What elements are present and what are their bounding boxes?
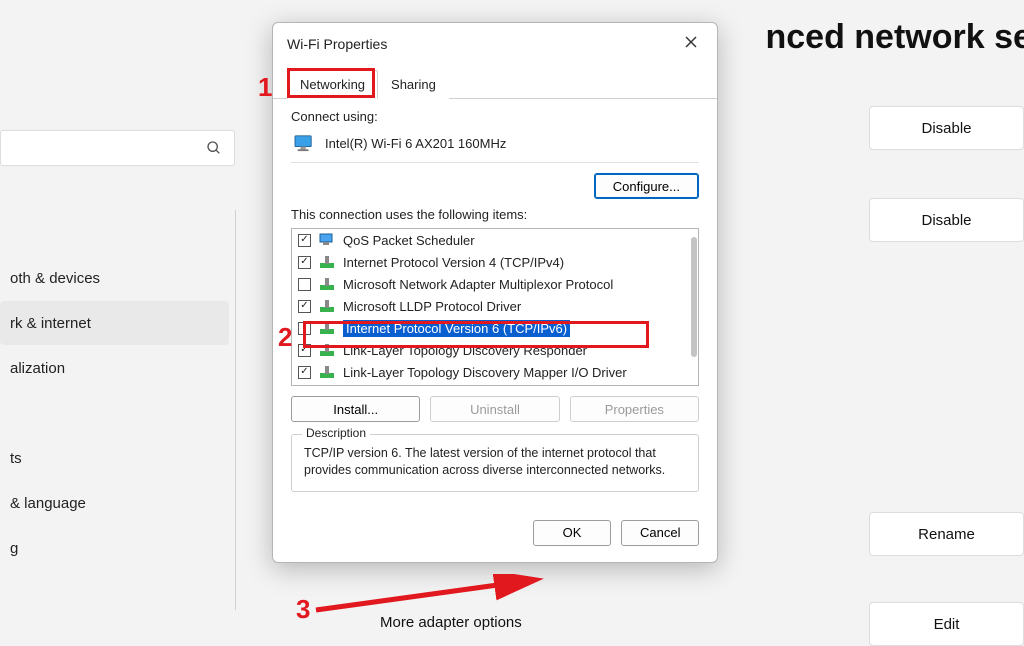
checkbox[interactable] <box>298 278 311 291</box>
protocol-icon <box>319 277 335 291</box>
checkbox[interactable]: ✓ <box>298 366 311 379</box>
sidebar-item-label: rk & internet <box>10 315 91 332</box>
connect-using-label: Connect using: <box>291 109 699 124</box>
annotation-box-2 <box>303 321 649 348</box>
sidebar-item[interactable]: g <box>0 526 229 570</box>
list-item-label: Link-Layer Topology Discovery Mapper I/O… <box>343 365 627 380</box>
list-item[interactable]: ✓ QoS Packet Scheduler <box>292 229 698 251</box>
wifi-properties-dialog: Wi-Fi Properties Networking Sharing Conn… <box>272 22 718 563</box>
checkbox[interactable]: ✓ <box>298 256 311 269</box>
page-title: nced network setti <box>765 18 1024 57</box>
list-item[interactable]: Microsoft Network Adapter Multiplexor Pr… <box>292 273 698 295</box>
list-item-label: Microsoft Network Adapter Multiplexor Pr… <box>343 277 613 292</box>
dialog-titlebar: Wi-Fi Properties <box>273 23 717 61</box>
list-item-label: Internet Protocol Version 4 (TCP/IPv4) <box>343 255 564 270</box>
list-item-label: Microsoft LLDP Protocol Driver <box>343 299 521 314</box>
sidebar-item-label: & language <box>10 495 86 512</box>
sidebar-divider <box>235 210 236 610</box>
items-label: This connection uses the following items… <box>291 207 699 222</box>
properties-button: Properties <box>570 396 699 422</box>
annotation-box-1 <box>287 68 375 98</box>
scrollbar-thumb[interactable] <box>691 237 697 357</box>
search-input[interactable] <box>0 130 235 166</box>
edit-button[interactable]: Edit <box>869 602 1024 646</box>
protocol-icon <box>319 255 335 269</box>
description-text: TCP/IP version 6. The latest version of … <box>304 445 686 479</box>
settings-sidebar: oth & devices rk & internet alization ts… <box>0 210 235 571</box>
checkbox[interactable]: ✓ <box>298 234 311 247</box>
install-button[interactable]: Install... <box>291 396 420 422</box>
disable-button[interactable]: Disable <box>869 106 1024 150</box>
tab-sharing[interactable]: Sharing <box>378 70 449 99</box>
sidebar-item-label: g <box>10 540 18 557</box>
sidebar-item[interactable] <box>0 211 229 255</box>
ok-button[interactable]: OK <box>533 520 611 546</box>
list-item[interactable]: ✓ Internet Protocol Version 4 (TCP/IPv4) <box>292 251 698 273</box>
connection-items-list[interactable]: ✓ QoS Packet Scheduler ✓ Internet Protocol … <box>291 228 699 386</box>
list-item[interactable]: ✓ Microsoft LLDP Protocol Driver <box>292 295 698 317</box>
dialog-footer: OK Cancel <box>273 506 717 562</box>
sidebar-item[interactable]: & language <box>0 481 229 525</box>
list-item[interactable]: ✓ Link-Layer Topology Discovery Mapper I/… <box>292 361 698 383</box>
sidebar-item-label: oth & devices <box>10 270 100 287</box>
annotation-number-1: 1 <box>258 72 272 103</box>
network-adapter-icon <box>293 134 315 152</box>
description-label: Description <box>302 426 370 440</box>
uninstall-button: Uninstall <box>430 396 559 422</box>
sidebar-item[interactable]: alization <box>0 346 229 390</box>
cancel-button[interactable]: Cancel <box>621 520 699 546</box>
configure-button[interactable]: Configure... <box>594 173 699 199</box>
sidebar-item-label: ts <box>10 450 22 467</box>
protocol-icon <box>319 299 335 313</box>
network-icon <box>319 233 335 247</box>
sidebar-item[interactable]: oth & devices <box>0 256 229 300</box>
more-adapter-options-label: More adapter options <box>380 614 522 631</box>
annotation-number-2: 2 <box>278 322 292 353</box>
sidebar-item[interactable]: ts <box>0 436 229 480</box>
adapter-name: Intel(R) Wi-Fi 6 AX201 160MHz <box>325 136 506 151</box>
sidebar-item-network[interactable]: rk & internet <box>0 301 229 345</box>
description-box: Description TCP/IP version 6. The latest… <box>291 434 699 492</box>
disable-button[interactable]: Disable <box>869 198 1024 242</box>
sidebar-item[interactable] <box>0 391 229 435</box>
close-icon <box>685 36 697 48</box>
search-icon <box>206 140 222 156</box>
rename-button[interactable]: Rename <box>869 512 1024 556</box>
dialog-title: Wi-Fi Properties <box>287 36 387 52</box>
dialog-body: Connect using: Intel(R) Wi-Fi 6 AX201 16… <box>273 99 717 506</box>
list-item-label: QoS Packet Scheduler <box>343 233 475 248</box>
sidebar-item-label: alization <box>10 360 65 377</box>
adapter-row: Intel(R) Wi-Fi 6 AX201 160MHz <box>291 130 699 163</box>
close-button[interactable] <box>679 31 703 57</box>
protocol-icon <box>319 365 335 379</box>
annotation-number-3: 3 <box>296 594 310 625</box>
checkbox[interactable]: ✓ <box>298 300 311 313</box>
